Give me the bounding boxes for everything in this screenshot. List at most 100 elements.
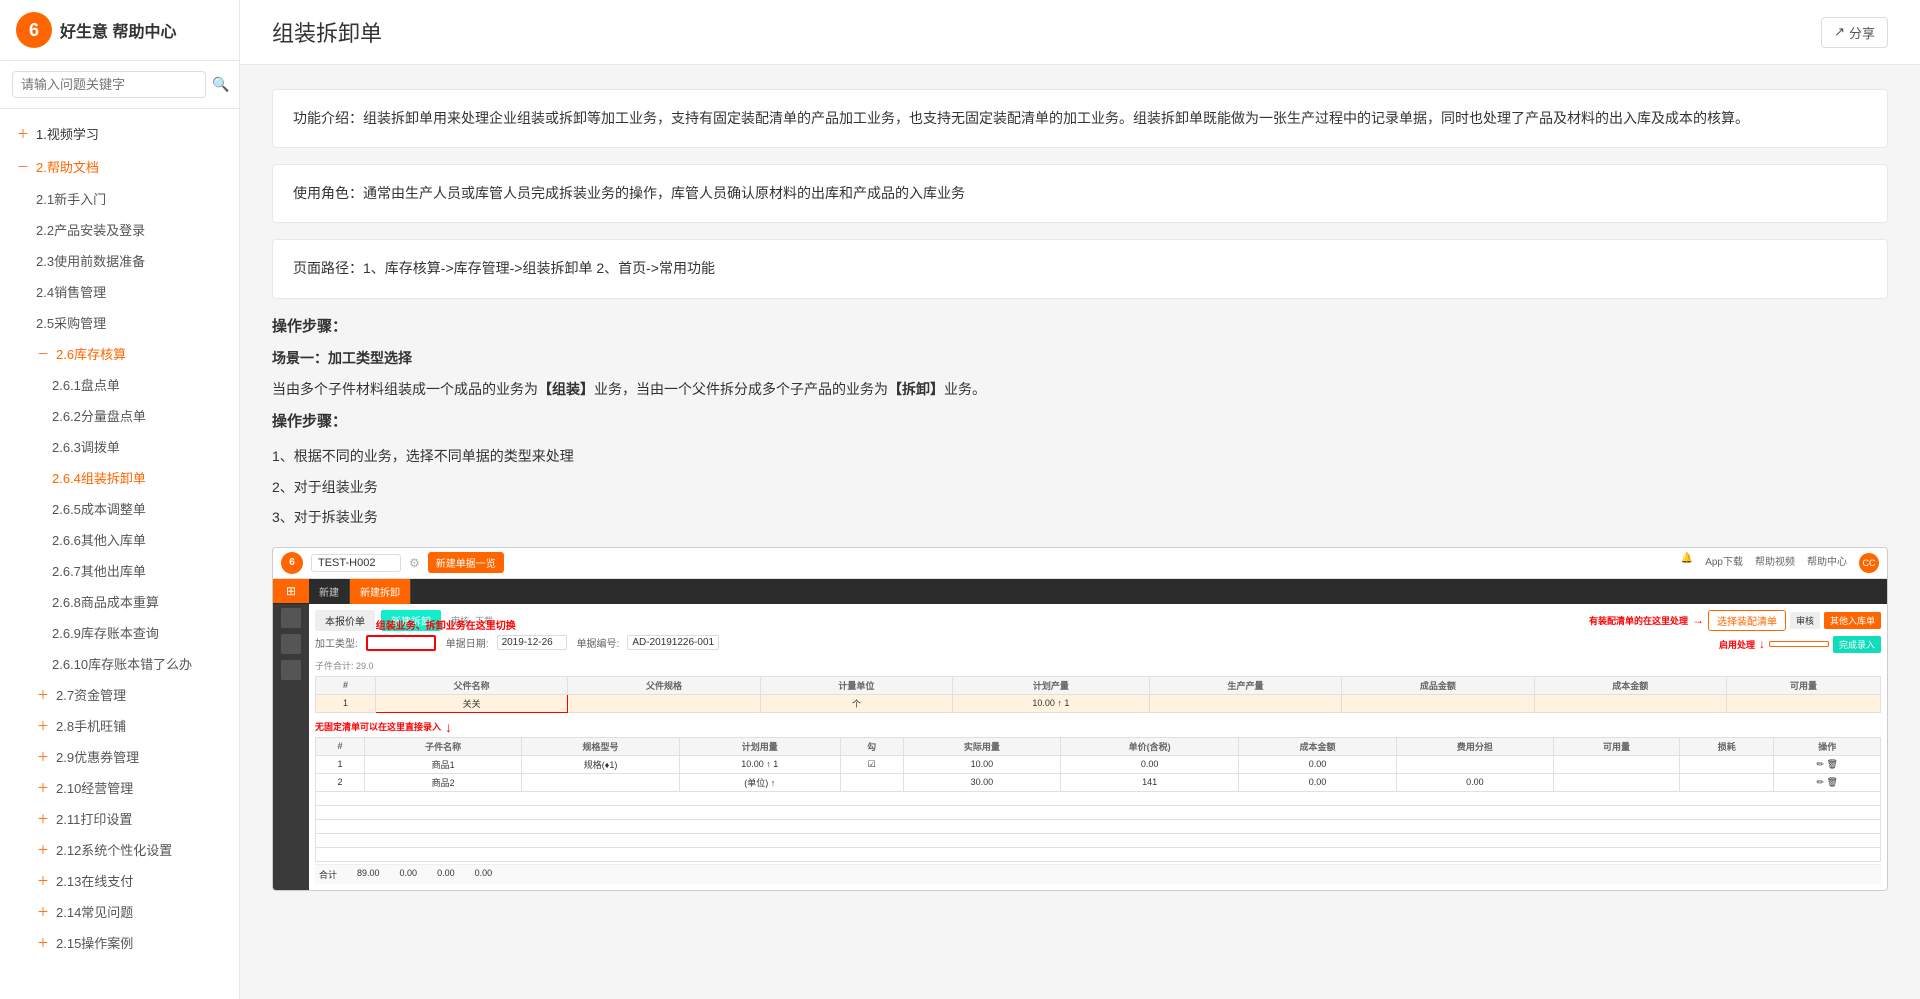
mock-table-header-row: # 父件名称 父件规格 计量单位 计划产量 生产产量 成品金额 成本金额 可用量 bbox=[316, 676, 1881, 694]
mock-sub-td: ✏ 🗑 bbox=[1774, 773, 1881, 791]
mock-help-icon: 帮助视频 bbox=[1755, 553, 1795, 573]
mock-td-num: 1 bbox=[316, 694, 376, 712]
sidebar-item-print[interactable]: ＋ 2.11打印设置 bbox=[0, 803, 239, 834]
sidebar-item-label: 2.6.8商品成本重算 bbox=[52, 592, 159, 611]
sidebar-item-label: 2.6.1盘点单 bbox=[52, 375, 120, 394]
mock-th-product-amt: 成品金额 bbox=[1342, 676, 1534, 694]
sidebar-item-assembly[interactable]: 2.6.4组装拆卸单 bbox=[0, 462, 239, 493]
sidebar-item-cost-adjust[interactable]: 2.6.5成本调整单 bbox=[0, 493, 239, 524]
sidebar: 6 好生意 帮助中心 🔍 ＋ 1.视频学习 － 2.帮助文档 2.1新手入门 2… bbox=[0, 0, 240, 999]
content-body: 功能介绍：组装拆卸单用来处理企业组装或拆卸等加工业务，支持有固定装配清单的产品加… bbox=[240, 65, 1920, 999]
mock-complete-btn[interactable]: 完成录入 bbox=[1833, 636, 1881, 653]
sidebar-item-install[interactable]: 2.2产品安装及登录 bbox=[0, 214, 239, 245]
sidebar-item-finance[interactable]: ＋ 2.7资金管理 bbox=[0, 679, 239, 710]
sidebar-item-label: 2.6.10库存账本错了么办 bbox=[52, 654, 192, 673]
sidebar-item-stocktake[interactable]: 2.6.1盘点单 bbox=[0, 369, 239, 400]
mock-new-btn[interactable]: 新建单据一览 bbox=[428, 552, 504, 573]
screenshot-mockup: 6 TEST-H002 ⚙ 新建单据一览 🔔 App下载 帮助视频 帮助中心 C… bbox=[272, 547, 1888, 891]
sidebar-item-stock-query[interactable]: 2.6.9库存账本查询 bbox=[0, 617, 239, 648]
sidebar-item-partial-stocktake[interactable]: 2.6.2分量盘点单 bbox=[0, 400, 239, 431]
mock-td-plan: 10.00 ↑ 1 bbox=[953, 694, 1150, 712]
sidebar-item-other-in[interactable]: 2.6.6其他入库单 bbox=[0, 524, 239, 555]
ops-title: 操作步骤： bbox=[272, 315, 1888, 336]
share-icon: ↗ bbox=[1834, 24, 1845, 40]
table-row bbox=[316, 847, 1881, 861]
scenario1-title: 场景一：加工类型选择 bbox=[272, 348, 1888, 368]
sidebar-item-customize[interactable]: ＋ 2.12系统个性化设置 bbox=[0, 834, 239, 865]
sidebar-item-data-prep[interactable]: 2.3使用前数据准备 bbox=[0, 245, 239, 276]
mock-subtable-label: 子件合计: 29.0 bbox=[315, 659, 1881, 672]
mock-field-row: 加工类型: 组装业务、拆卸业务在这里切换 单据日期: 201 bbox=[315, 635, 1881, 654]
sidebar-item-cases[interactable]: ＋ 2.15操作案例 bbox=[0, 927, 239, 958]
step-1: 1、根据不同的业务，选择不同单据的类型来处理 bbox=[272, 443, 1888, 470]
mock-sub-td: 商品2 bbox=[365, 773, 522, 791]
down-arrow-icon: ↓ bbox=[1759, 637, 1765, 651]
mock-sub-th-check: 勾 bbox=[840, 737, 903, 755]
sidebar-item-cost-recalc[interactable]: 2.6.8商品成本重算 bbox=[0, 586, 239, 617]
mock-approve-input[interactable] bbox=[1769, 641, 1829, 647]
mock-sub-th-plan: 计划用量 bbox=[679, 737, 840, 755]
search-input[interactable] bbox=[12, 71, 206, 98]
share-button[interactable]: ↗ 分享 bbox=[1821, 17, 1888, 48]
sidebar-item-label: 2.9优惠券管理 bbox=[56, 747, 139, 766]
annotation-approve: 启用处理 bbox=[1719, 638, 1755, 651]
mock-sub-table: # 子件名称 规格型号 计划用量 勾 实际用量 单价(含税) 成本金额 费用分担 bbox=[315, 737, 1881, 862]
sidebar-item-label: 2.6.7其他出库单 bbox=[52, 561, 146, 580]
intro-block-3: 页面路径：1、库存核算->库存管理->组装拆卸单 2、首页->常用功能 bbox=[272, 239, 1888, 298]
sidebar-item-faq[interactable]: ＋ 2.14常见问题 bbox=[0, 896, 239, 927]
sidebar-item-purchase[interactable]: 2.5采购管理 bbox=[0, 307, 239, 338]
sidebar-item-sales[interactable]: 2.4销售管理 bbox=[0, 276, 239, 307]
sidebar-item-label: 2.15操作案例 bbox=[56, 933, 133, 952]
mock-sub-th-avail: 可用量 bbox=[1554, 737, 1680, 755]
sidebar-item-mobile[interactable]: ＋ 2.8手机旺铺 bbox=[0, 710, 239, 741]
sidebar-item-transfer[interactable]: 2.6.3调拨单 bbox=[0, 431, 239, 462]
mock-main-area: 本报价单 新建拆卸 审核 下载 有装配清单的在这里处理 → 选择装配清单 审核 bbox=[273, 604, 1887, 890]
mock-sub-td: 0.00 bbox=[1061, 755, 1239, 773]
mock-sub-th-ops: 操作 bbox=[1774, 737, 1881, 755]
sidebar-item-inventory[interactable]: － 2.6库存核算 bbox=[0, 338, 239, 369]
mock-sub-td bbox=[1679, 773, 1773, 791]
mock-nav: ⊞ 新建 新建拆卸 bbox=[273, 579, 1887, 604]
mock-sub-th-actual: 实际用量 bbox=[903, 737, 1060, 755]
sidebar-item-ops[interactable]: ＋ 2.10经营管理 bbox=[0, 772, 239, 803]
sidebar-item-label: 2.5采购管理 bbox=[36, 313, 106, 332]
mock-th-parent-spec: 父件规格 bbox=[568, 676, 760, 694]
mock-sub-td: 30.00 bbox=[903, 773, 1060, 791]
mock-field-date: 单据日期: 2019-12-26 bbox=[446, 635, 567, 650]
mock-settings-icon: ⚙ bbox=[409, 556, 420, 570]
sidebar-item-newuser[interactable]: 2.1新手入门 bbox=[0, 183, 239, 214]
mock-tab-quote[interactable]: 本报价单 bbox=[315, 610, 375, 631]
sidebar-item-coupon[interactable]: ＋ 2.9优惠券管理 bbox=[0, 741, 239, 772]
mock-other-btn[interactable]: 其他入库单 bbox=[1824, 612, 1881, 629]
mock-assembly-list-btn[interactable]: 选择装配清单 bbox=[1708, 610, 1786, 631]
sidebar-item-payment[interactable]: ＋ 2.13在线支付 bbox=[0, 865, 239, 896]
mock-footer-val1: 89.00 bbox=[357, 868, 380, 881]
mock-date-input[interactable]: 2019-12-26 bbox=[497, 635, 567, 650]
sidebar-item-other-out[interactable]: 2.6.7其他出库单 bbox=[0, 555, 239, 586]
mock-type-input[interactable] bbox=[366, 635, 436, 651]
mock-code-input[interactable]: AD-20191226-001 bbox=[627, 635, 719, 650]
steps-title: 操作步骤： bbox=[272, 410, 1888, 431]
site-title: 好生意 帮助中心 bbox=[60, 18, 176, 42]
mock-approve-btn[interactable]: 审核 bbox=[1790, 612, 1820, 629]
mock-sub-th-spec: 规格型号 bbox=[522, 737, 679, 755]
sidebar-item-stock-error[interactable]: 2.6.10库存账本错了么办 bbox=[0, 648, 239, 679]
mock-td-prod bbox=[1149, 694, 1341, 712]
mock-nav-new: 新建 bbox=[309, 579, 350, 604]
mock-topbar-right: 🔔 App下载 帮助视频 帮助中心 CC bbox=[1681, 553, 1879, 573]
mock-th-avail: 可用量 bbox=[1726, 676, 1880, 694]
mock-sub-td: 2 bbox=[316, 773, 365, 791]
mock-field-code: 单据编号: AD-20191226-001 bbox=[577, 635, 720, 650]
sidebar-item-label: 2.11打印设置 bbox=[56, 809, 132, 828]
screenshot-inner: 6 TEST-H002 ⚙ 新建单据一览 🔔 App下载 帮助视频 帮助中心 C… bbox=[273, 548, 1887, 890]
sidebar-item-helpdoc[interactable]: － 2.帮助文档 bbox=[0, 150, 239, 183]
intro-block-1: 功能介绍：组装拆卸单用来处理企业组装或拆卸等加工业务，支持有固定装配清单的产品加… bbox=[272, 89, 1888, 148]
sidebar-item-label: 2.帮助文档 bbox=[36, 157, 99, 176]
plus-icon: ＋ bbox=[36, 781, 50, 795]
sidebar-item-video[interactable]: ＋ 1.视频学习 bbox=[0, 117, 239, 150]
search-icon[interactable]: 🔍 bbox=[212, 76, 229, 93]
mock-th-unit: 计量单位 bbox=[760, 676, 952, 694]
mock-app-icon: App下载 bbox=[1705, 553, 1743, 573]
minus-icon: － bbox=[16, 160, 30, 174]
mock-center-icon: 帮助中心 bbox=[1807, 553, 1847, 573]
